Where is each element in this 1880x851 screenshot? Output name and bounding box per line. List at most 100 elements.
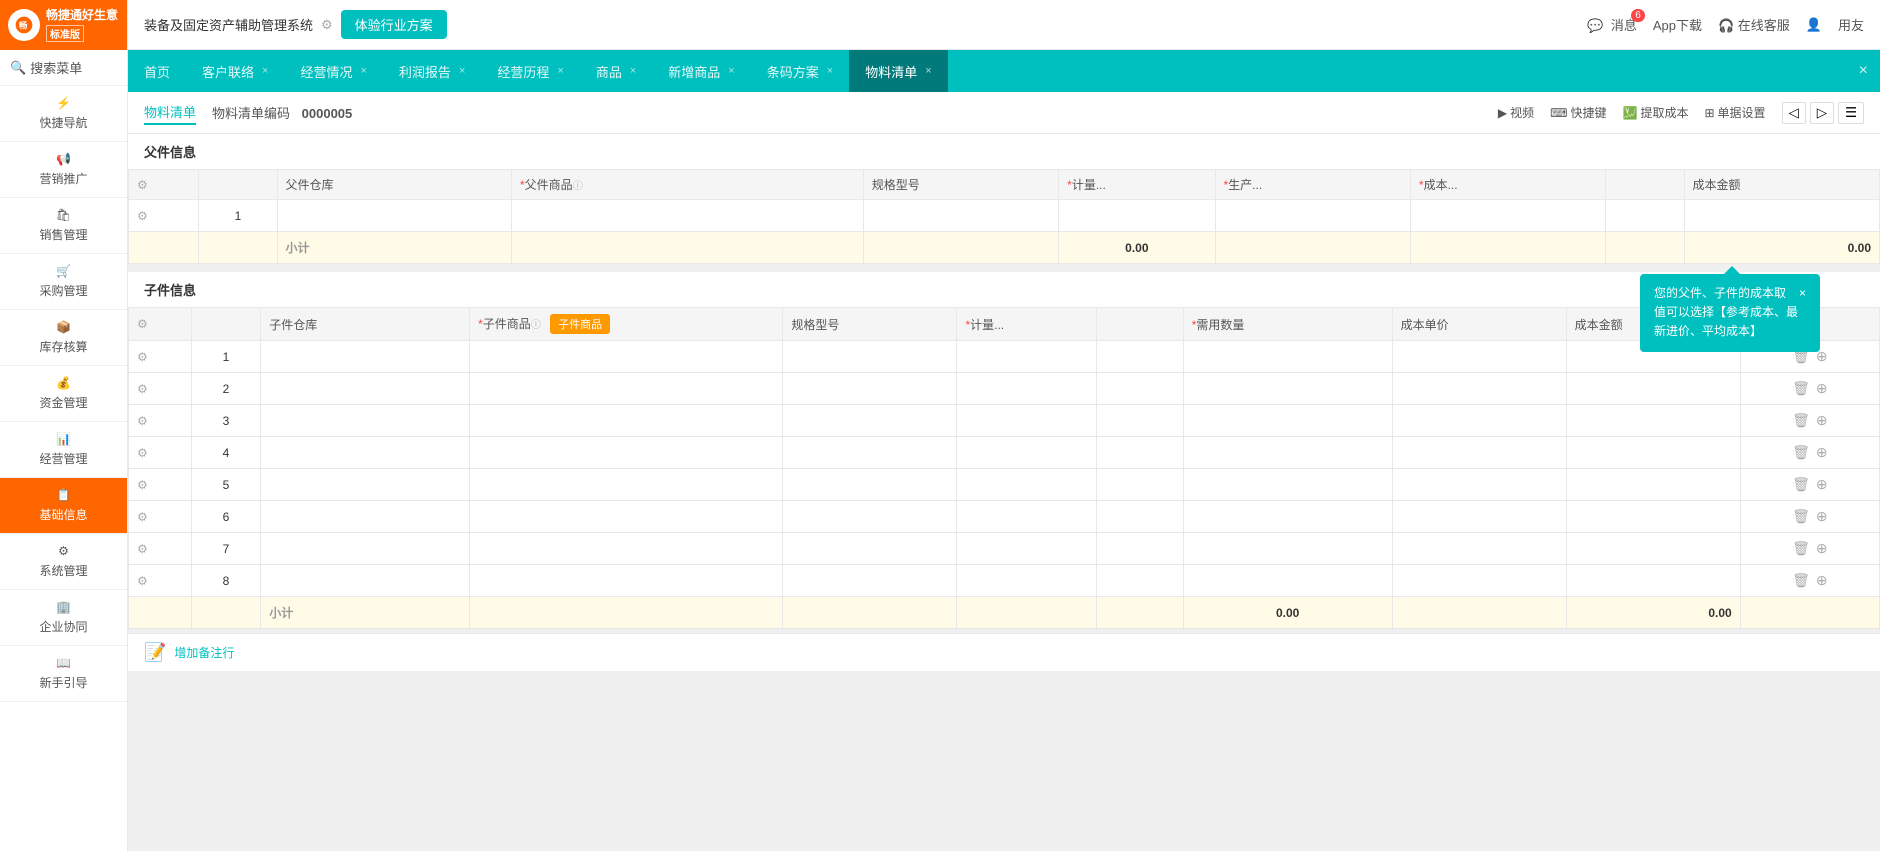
child-row-spec-cell[interactable] [783, 501, 957, 533]
child-row-spec-cell[interactable] [783, 469, 957, 501]
parent-row-cost-cell[interactable] [1410, 200, 1605, 232]
child-row-qty-cell[interactable] [1183, 501, 1392, 533]
sidebar-item-guide[interactable]: 📖 新手引导 [0, 646, 127, 702]
sidebar-item-purchase[interactable]: 🛒 采购管理 [0, 254, 127, 310]
child-row-unit-cost-cell[interactable] [1392, 565, 1566, 597]
tab-operation-status[interactable]: 经营情况 × [284, 50, 382, 92]
sidebar-item-inventory[interactable]: 📦 库存核算 [0, 310, 127, 366]
tab-bom[interactable]: 物料清单 × [849, 50, 947, 92]
child-row-unit-cell[interactable] [957, 405, 1096, 437]
delete-icon[interactable]: 🗑 [1792, 572, 1810, 589]
child-row-cost-amount-cell[interactable] [1566, 469, 1740, 501]
child-row-unit-cell[interactable] [957, 533, 1096, 565]
child-row-warehouse-cell[interactable] [261, 341, 470, 373]
child-row-cost-amount-cell[interactable] [1566, 373, 1740, 405]
tab-operation-history-close[interactable]: × [557, 65, 563, 77]
copy-icon[interactable]: ⊕ [1816, 508, 1828, 525]
child-settings-gear-icon[interactable]: ⚙ [137, 317, 148, 331]
child-row-gear-icon[interactable]: ⚙ [137, 478, 148, 492]
delete-icon[interactable]: 🗑 [1792, 540, 1810, 557]
child-row-qty-cell[interactable] [1183, 533, 1392, 565]
shortcut-action[interactable]: ⌨ 快捷键 [1550, 104, 1606, 121]
sidebar-item-sales[interactable]: 🛍 销售管理 [0, 198, 127, 254]
sidebar-item-marketing[interactable]: 📢 营销推广 [0, 142, 127, 198]
child-row-qty-cell[interactable] [1183, 437, 1392, 469]
child-row-warehouse-cell[interactable] [261, 501, 470, 533]
child-row-warehouse-cell[interactable] [261, 405, 470, 437]
sidebar-item-system[interactable]: ⚙ 系统管理 [0, 534, 127, 590]
copy-icon[interactable]: ⊕ [1816, 540, 1828, 557]
single-setting-action[interactable]: ⊞ 单据设置 [1704, 104, 1765, 121]
tab-bom-close[interactable]: × [925, 65, 931, 77]
child-row-unit-cell[interactable] [957, 341, 1096, 373]
child-row-unit-cost-cell[interactable] [1392, 373, 1566, 405]
message-icon-wrapper[interactable]: 💬 6 消息 [1587, 15, 1637, 34]
child-row-unit-cost-cell[interactable] [1392, 341, 1566, 373]
child-row-gear-icon[interactable]: ⚙ [137, 382, 148, 396]
child-row-product-cell[interactable] [470, 437, 783, 469]
child-row-unit-cost-cell[interactable] [1392, 469, 1566, 501]
child-row-gear-icon[interactable]: ⚙ [137, 510, 148, 524]
child-row-qty-cell[interactable] [1183, 341, 1392, 373]
child-row-unit-cost-cell[interactable] [1392, 501, 1566, 533]
child-row-qty-cell[interactable] [1183, 565, 1392, 597]
child-row-unit-cell[interactable] [957, 469, 1096, 501]
sidebar-item-operation[interactable]: 📊 经营管理 [0, 422, 127, 478]
tab-barcode-close[interactable]: × [827, 65, 833, 77]
tooltip-close-button[interactable]: × [1799, 284, 1806, 303]
tab-customer[interactable]: 客户联络 × [186, 50, 284, 92]
copy-icon[interactable]: ⊕ [1816, 412, 1828, 429]
extract-cost-action[interactable]: 💹 提取成本 [1623, 104, 1689, 121]
tab-barcode[interactable]: 条码方案 × [751, 50, 849, 92]
app-download[interactable]: App下载 [1653, 15, 1702, 34]
child-row-cost-amount-cell[interactable] [1566, 501, 1740, 533]
copy-icon[interactable]: ⊕ [1816, 380, 1828, 397]
nav-tab-close-all[interactable]: × [1847, 62, 1880, 80]
copy-icon[interactable]: ⊕ [1816, 476, 1828, 493]
child-row-spec-cell[interactable] [783, 533, 957, 565]
child-row-warehouse-cell[interactable] [261, 437, 470, 469]
child-row-qty-cell[interactable] [1183, 405, 1392, 437]
parent-row-unit-cell[interactable] [1059, 200, 1215, 232]
child-row-unit-cell[interactable] [957, 437, 1096, 469]
child-row-product-cell[interactable] [470, 533, 783, 565]
tab-products[interactable]: 商品 × [580, 50, 652, 92]
child-row-gear-icon[interactable]: ⚙ [137, 414, 148, 428]
parent-row-warehouse-cell[interactable] [277, 200, 512, 232]
experience-button[interactable]: 体验行业方案 [341, 10, 447, 39]
tab-home[interactable]: 首页 [128, 50, 186, 92]
tab-profit-report[interactable]: 利润报告 × [383, 50, 481, 92]
child-row-unit-cell[interactable] [957, 501, 1096, 533]
parent-settings-gear-icon[interactable]: ⚙ [137, 178, 148, 192]
sidebar-item-quick-nav[interactable]: ⚡ 快捷导航 [0, 86, 127, 142]
tab-new-products-close[interactable]: × [728, 65, 734, 77]
child-row-unit-cost-cell[interactable] [1392, 405, 1566, 437]
row-gear-icon[interactable]: ⚙ [137, 209, 148, 223]
copy-icon[interactable]: ⊕ [1816, 572, 1828, 589]
child-row-cost-amount-cell[interactable] [1566, 565, 1740, 597]
child-row-product-cell[interactable] [470, 565, 783, 597]
delete-icon[interactable]: 🗑 [1792, 476, 1810, 493]
child-row-warehouse-cell[interactable] [261, 565, 470, 597]
page-tab-bom[interactable]: 物料清单 [144, 100, 196, 125]
prev-page-btn[interactable]: ◁ [1782, 102, 1806, 124]
child-row-product-cell[interactable] [470, 341, 783, 373]
add-remark-label[interactable]: 增加备注行 [174, 644, 234, 661]
child-row-gear-icon[interactable]: ⚙ [137, 574, 148, 588]
tab-operation-history[interactable]: 经营历程 × [481, 50, 579, 92]
child-row-cost-amount-cell[interactable] [1566, 405, 1740, 437]
tab-profit-report-close[interactable]: × [459, 65, 465, 77]
child-row-gear-icon[interactable]: ⚙ [137, 446, 148, 460]
tab-products-close[interactable]: × [630, 65, 636, 77]
child-row-spec-cell[interactable] [783, 565, 957, 597]
child-row-qty-cell[interactable] [1183, 373, 1392, 405]
copy-icon[interactable]: ⊕ [1816, 444, 1828, 461]
delete-icon[interactable]: 🗑 [1792, 412, 1810, 429]
view-action[interactable]: ▶ 视频 [1498, 104, 1534, 121]
child-row-spec-cell[interactable] [783, 373, 957, 405]
next-page-btn[interactable]: ▷ [1810, 102, 1834, 124]
child-row-unit-cell[interactable] [957, 373, 1096, 405]
child-row-spec-cell[interactable] [783, 405, 957, 437]
settings-icon[interactable]: ⚙ [321, 17, 333, 33]
child-row-cost-amount-cell[interactable] [1566, 437, 1740, 469]
